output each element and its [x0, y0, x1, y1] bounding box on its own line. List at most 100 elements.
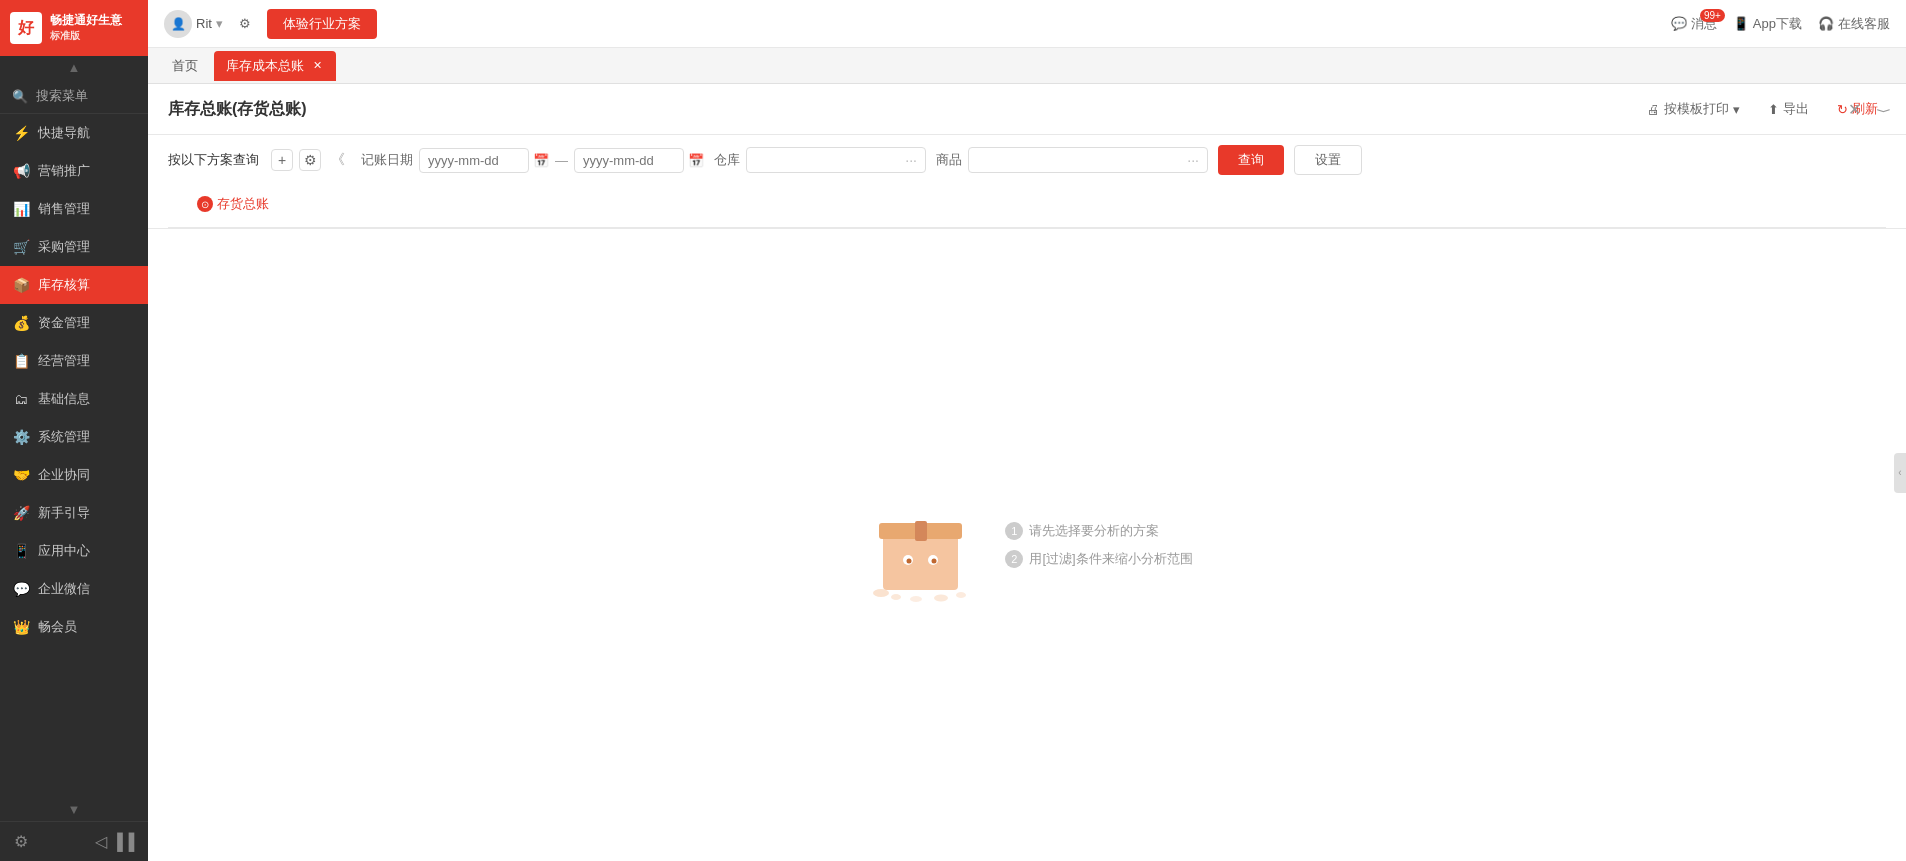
date-start-calendar-icon[interactable]: 📅 [533, 153, 549, 168]
print-btn[interactable]: 🖨 按模板打印 ▾ [1639, 96, 1748, 122]
date-start-input[interactable] [419, 148, 529, 173]
topbar-settings-btn[interactable]: ⚙ [231, 10, 259, 38]
sidebar-item-basic[interactable]: 🗂 基础信息 [0, 380, 148, 418]
empty-state: 1 请先选择要分析的方案 2 用[过滤]条件来缩小分析范围 [148, 229, 1906, 861]
svg-point-7 [873, 589, 889, 597]
tab-inventory-cost[interactable]: 库存成本总账 ✕ [214, 51, 336, 81]
corp-icon: 🤝 [12, 467, 30, 483]
scroll-up-btn[interactable]: ▲ [0, 56, 148, 79]
sidebar-item-finance[interactable]: 💰 资金管理 [0, 304, 148, 342]
username-label: Rit [196, 16, 212, 31]
filter-add-btn[interactable]: + [271, 149, 293, 171]
sidebar-item-system[interactable]: ⚙️ 系统管理 [0, 418, 148, 456]
page-header: 库存总账(存货总账) 🖨 按模板打印 ▾ ⬆ 导出 ↻ 刷新 ✕ ⟩ [148, 84, 1906, 135]
finance-icon: 💰 [12, 315, 30, 331]
sidebar: 好 畅捷通好生意 标准版 ▲ 🔍 搜索菜单 ⚡ 快捷导航 📢 营销推广 📊 销售… [0, 0, 148, 861]
print-icon: 🖨 [1647, 102, 1660, 117]
date-end-input[interactable] [574, 148, 684, 173]
quick-nav-icon: ⚡ [12, 125, 30, 141]
empty-hint-1: 1 请先选择要分析的方案 [1005, 522, 1192, 540]
empty-hint-2: 2 用[过滤]条件来缩小分析范围 [1005, 550, 1192, 568]
apps-icon: 📱 [12, 543, 30, 559]
main-area: 👤 Rit ▾ ⚙ 体验行业方案 💬 消息 99+ 📱 App下载 🎧 在线客服 [148, 0, 1906, 861]
sidebar-item-corp[interactable]: 🤝 企业协同 [0, 456, 148, 494]
service-icon: 🎧 [1818, 16, 1834, 31]
empty-svg [861, 485, 981, 605]
scroll-down-btn[interactable]: ▼ [0, 798, 148, 821]
app-download-btn[interactable]: 📱 App下载 [1733, 15, 1802, 33]
right-collapse-handle[interactable]: ‹ [1894, 453, 1906, 493]
newbie-icon: 🚀 [12, 505, 30, 521]
sidebar-item-sales[interactable]: 📊 销售管理 [0, 190, 148, 228]
inventory-icon: 📦 [12, 277, 30, 293]
user-chevron-icon[interactable]: ▾ [216, 16, 223, 31]
topbar: 👤 Rit ▾ ⚙ 体验行业方案 💬 消息 99+ 📱 App下载 🎧 在线客服 [148, 0, 1906, 48]
system-icon: ⚙️ [12, 429, 30, 445]
svg-point-5 [907, 559, 912, 564]
page-title: 库存总账(存货总账) [168, 99, 307, 120]
sales-icon: 📊 [12, 201, 30, 217]
panel-expand-btn[interactable]: ⟩ [1868, 99, 1900, 120]
sidebar-item-apps[interactable]: 📱 应用中心 [0, 532, 148, 570]
filter-label: 按以下方案查询 [168, 151, 259, 169]
online-service-btn[interactable]: 🎧 在线客服 [1818, 15, 1890, 33]
empty-text: 1 请先选择要分析的方案 2 用[过滤]条件来缩小分析范围 [1005, 522, 1192, 568]
query-btn[interactable]: 查询 [1218, 145, 1284, 175]
goods-select[interactable]: ··· [968, 147, 1208, 173]
warehouse-filter-group: 仓库 ··· [714, 147, 926, 173]
footer-audio-btn[interactable]: ◁ ▐▐ [95, 832, 134, 851]
filter-actions: + ⚙ 《 [271, 149, 349, 171]
tab-close-btn[interactable]: ✕ [310, 59, 324, 73]
panel-close-btn[interactable]: ✕ [1840, 92, 1869, 127]
sidebar-item-newbie[interactable]: 🚀 新手引导 [0, 494, 148, 532]
filter-settings-icon-btn[interactable]: ⚙ [299, 149, 321, 171]
export-btn[interactable]: ⬆ 导出 [1760, 96, 1817, 122]
gear-icon: ⚙ [239, 16, 251, 31]
sidebar-search[interactable]: 🔍 搜索菜单 [0, 79, 148, 114]
filter-collapse-btn[interactable]: 《 [327, 149, 349, 171]
sidebar-item-wechat[interactable]: 💬 企业微信 [0, 570, 148, 608]
tab-home[interactable]: 首页 [160, 51, 210, 81]
tabs-bar: 首页 库存成本总账 ✕ [148, 48, 1906, 84]
date-start-input-group: 📅 [419, 148, 549, 173]
sidebar-logo: 好 畅捷通好生意 标准版 [0, 0, 148, 56]
vip-icon: 👑 [12, 619, 30, 635]
sidebar-item-operation[interactable]: 📋 经营管理 [0, 342, 148, 380]
export-icon: ⬆ [1768, 102, 1779, 117]
sidebar-item-vip[interactable]: 👑 畅会员 [0, 608, 148, 646]
search-icon: 🔍 [12, 89, 28, 104]
topbar-user-area: 👤 Rit ▾ [164, 10, 223, 38]
footer-settings-btn[interactable]: ⚙ [14, 832, 28, 851]
user-avatar: 👤 [164, 10, 192, 38]
date-filter-group: 记账日期 📅 — 📅 [361, 148, 704, 173]
sidebar-item-quick-nav[interactable]: ⚡ 快捷导航 [0, 114, 148, 152]
sidebar-item-inventory[interactable]: 📦 库存核算 [0, 266, 148, 304]
trial-btn[interactable]: 体验行业方案 [267, 9, 377, 39]
settings-btn[interactable]: 设置 [1294, 145, 1362, 175]
filter-container: 按以下方案查询 + ⚙ 《 记账日期 📅 — [148, 135, 1906, 229]
sidebar-item-purchase[interactable]: 🛒 采购管理 [0, 228, 148, 266]
empty-illustration [861, 485, 981, 605]
date-end-calendar-icon[interactable]: 📅 [688, 153, 704, 168]
sidebar-item-marketing[interactable]: 📢 营销推广 [0, 152, 148, 190]
filter-bar: 按以下方案查询 + ⚙ 《 记账日期 📅 — [168, 145, 1886, 185]
purchase-icon: 🛒 [12, 239, 30, 255]
svg-point-6 [932, 559, 937, 564]
svg-point-11 [956, 592, 966, 598]
warehouse-select[interactable]: ··· [746, 147, 926, 173]
warehouse-more-icon: ··· [905, 152, 917, 168]
logo-text: 畅捷通好生意 标准版 [50, 13, 122, 43]
basic-icon: 🗂 [12, 391, 30, 407]
message-btn[interactable]: 💬 消息 99+ [1671, 15, 1717, 33]
goods-more-icon: ··· [1187, 152, 1199, 168]
download-icon: 📱 [1733, 16, 1749, 31]
scheme-item-inventory[interactable]: ⊙ 存货总账 [188, 191, 278, 217]
svg-rect-2 [915, 521, 927, 541]
marketing-icon: 📢 [12, 163, 30, 179]
topbar-right: 💬 消息 99+ 📱 App下载 🎧 在线客服 [1671, 15, 1890, 33]
operation-icon: 📋 [12, 353, 30, 369]
print-chevron-icon: ▾ [1733, 102, 1740, 117]
date-end-input-group: 📅 [574, 148, 704, 173]
content-area: 库存总账(存货总账) 🖨 按模板打印 ▾ ⬆ 导出 ↻ 刷新 ✕ ⟩ [148, 84, 1906, 861]
topbar-left: 👤 Rit ▾ ⚙ 体验行业方案 [164, 9, 1663, 39]
